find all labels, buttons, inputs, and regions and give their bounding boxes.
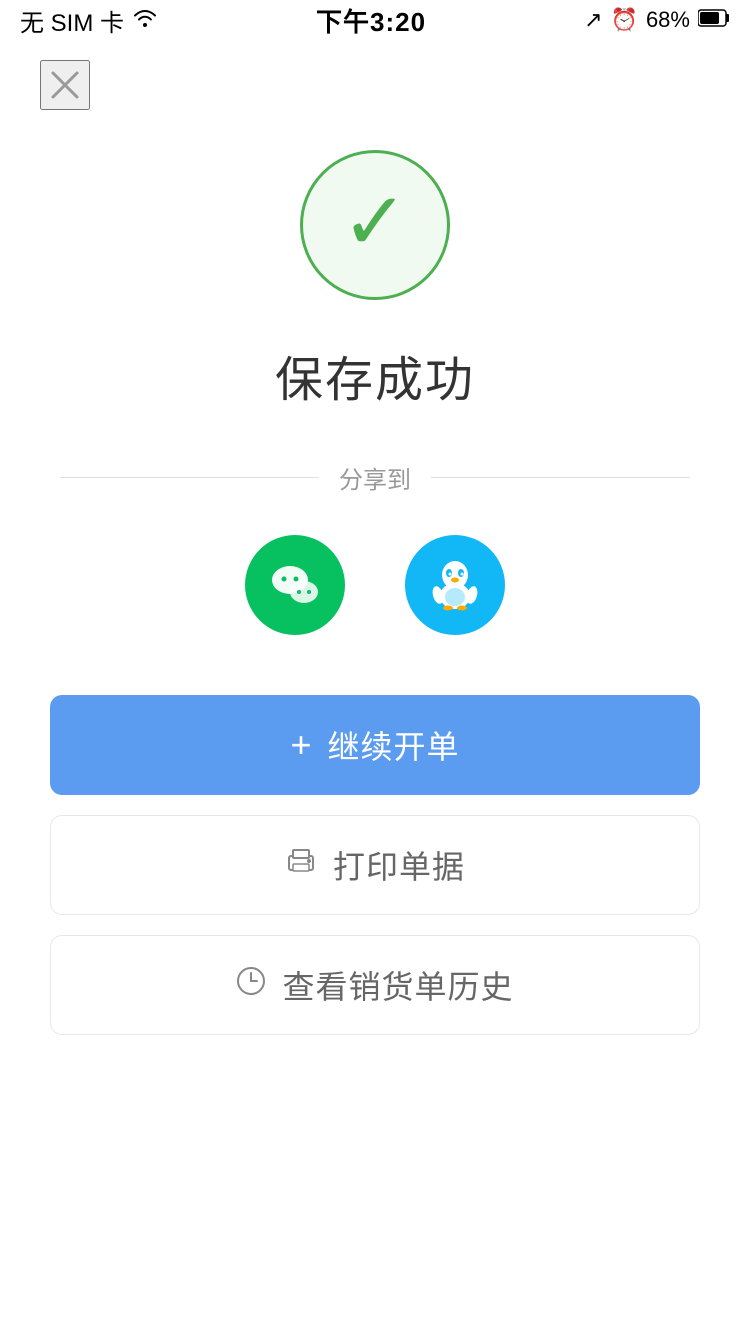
qq-icon bbox=[425, 555, 485, 615]
share-divider-text: 分享到 bbox=[319, 460, 431, 495]
plus-icon: + bbox=[290, 724, 311, 766]
divider-line-right bbox=[431, 477, 690, 478]
status-right: ↗ ⏰ 68% bbox=[584, 7, 730, 33]
share-divider: 分享到 bbox=[0, 460, 750, 495]
history-label: 查看销货单历史 bbox=[282, 962, 513, 1008]
print-icon bbox=[285, 846, 317, 884]
wechat-share-button[interactable] bbox=[245, 535, 345, 635]
close-button[interactable] bbox=[40, 60, 90, 110]
qq-share-button[interactable] bbox=[405, 535, 505, 635]
main-content: ✓ 保存成功 分享到 bbox=[0, 40, 750, 1035]
wechat-icon bbox=[264, 554, 326, 616]
divider-line-left bbox=[60, 477, 319, 478]
location-icon: ↗ bbox=[584, 7, 602, 33]
clock-icon bbox=[236, 966, 266, 1004]
continue-order-button[interactable]: + 继续开单 bbox=[50, 695, 700, 795]
actions-container: + 继续开单 打印单据 bbox=[0, 695, 750, 1035]
share-buttons-row bbox=[245, 535, 505, 635]
success-icon-circle: ✓ bbox=[300, 150, 450, 300]
battery-icon bbox=[698, 7, 730, 33]
print-label: 打印单据 bbox=[333, 842, 465, 888]
wifi-icon bbox=[132, 6, 158, 34]
status-left: 无 SIM 卡 bbox=[20, 3, 158, 38]
success-title: 保存成功 bbox=[275, 340, 475, 410]
print-button[interactable]: 打印单据 bbox=[50, 815, 700, 915]
history-button[interactable]: 查看销货单历史 bbox=[50, 935, 700, 1035]
continue-order-label: 继续开单 bbox=[328, 722, 460, 768]
alarm-icon: ⏰ bbox=[611, 7, 638, 33]
status-time: 下午3:20 bbox=[316, 2, 426, 39]
no-sim-text: 无 SIM 卡 bbox=[20, 3, 124, 38]
status-bar: 无 SIM 卡 下午3:20 ↗ ⏰ 68% bbox=[0, 0, 750, 40]
battery-percent: 68% bbox=[646, 7, 690, 33]
checkmark-icon: ✓ bbox=[341, 182, 408, 262]
